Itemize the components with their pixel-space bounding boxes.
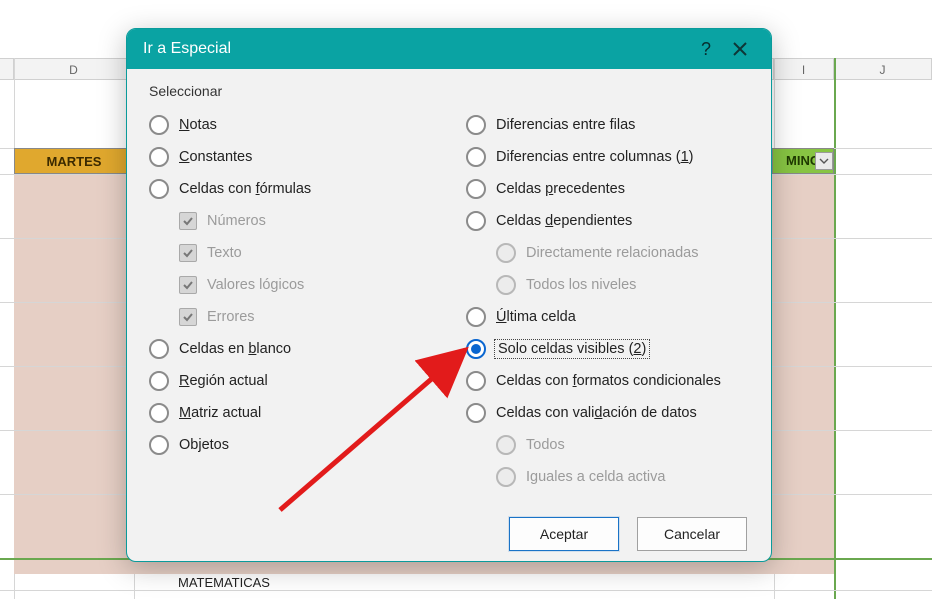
col-header-j[interactable]: J (834, 59, 932, 79)
checkbox-icon (179, 276, 197, 294)
radio-icon (149, 435, 169, 455)
radio-notas[interactable]: Notas (149, 109, 432, 141)
radio-icon (149, 147, 169, 167)
radio-precedentes[interactable]: Celdas precedentes (466, 173, 749, 205)
options-right-column: Diferencias entre filas Diferencias entr… (466, 109, 749, 493)
accept-button[interactable]: Aceptar (509, 517, 619, 551)
filter-dropdown-button[interactable] (815, 152, 833, 170)
radio-icon (466, 339, 486, 359)
radio-dif-cols[interactable]: Diferencias entre columnas (1) (466, 141, 749, 173)
checkbox-icon (179, 308, 197, 326)
radio-matriz[interactable]: Matriz actual (149, 397, 432, 429)
radio-icon (466, 115, 486, 135)
radio-icon (149, 115, 169, 135)
radio-dependientes[interactable]: Celdas dependientes (466, 205, 749, 237)
options-left-column: Notas Constantes Celdas con fórmulas Núm… (149, 109, 432, 493)
radio-icon (149, 403, 169, 423)
col-header-d[interactable]: D (14, 59, 134, 79)
checkbox-icon (179, 244, 197, 262)
group-label: Seleccionar (149, 83, 749, 99)
radio-directas: Directamente relacionadas (466, 237, 749, 269)
radio-ultima[interactable]: Última celda (466, 301, 749, 333)
radio-icon (496, 275, 516, 295)
checkbox-numeros: Números (149, 205, 432, 237)
radio-icon (466, 371, 486, 391)
radio-todos-niveles: Todos los niveles (466, 269, 749, 301)
radio-constantes[interactable]: Constantes (149, 141, 432, 173)
header-cell-martes[interactable]: MARTES (14, 148, 134, 174)
radio-sub-todos: Todos (466, 429, 749, 461)
radio-icon (149, 371, 169, 391)
radio-formulas[interactable]: Celdas con fórmulas (149, 173, 432, 205)
cancel-button[interactable]: Cancelar (637, 517, 747, 551)
radio-visibles[interactable]: Solo celdas visibles (2) (466, 333, 749, 365)
checkbox-icon (179, 212, 197, 230)
radio-icon (496, 435, 516, 455)
radio-icon (466, 147, 486, 167)
checkbox-logicos: Valores lógicos (149, 269, 432, 301)
radio-cond[interactable]: Celdas con formatos condicionales (466, 365, 749, 397)
dialog-title: Ir a Especial (143, 40, 689, 58)
radio-icon (496, 467, 516, 487)
close-button[interactable] (723, 32, 757, 66)
radio-region[interactable]: Región actual (149, 365, 432, 397)
go-to-special-dialog: Ir a Especial ? Seleccionar Notas Consta… (126, 28, 772, 562)
dialog-buttons: Aceptar Cancelar (127, 503, 771, 562)
cell-matematicas[interactable]: MATEMATICAS (178, 575, 270, 590)
radio-sub-iguales: Iguales a celda activa (466, 461, 749, 493)
radio-icon (466, 307, 486, 327)
checkbox-texto: Texto (149, 237, 432, 269)
radio-icon (149, 339, 169, 359)
radio-valid[interactable]: Celdas con validación de datos (466, 397, 749, 429)
radio-icon (466, 179, 486, 199)
radio-objetos[interactable]: Objetos (149, 429, 432, 461)
radio-icon (496, 243, 516, 263)
radio-icon (149, 179, 169, 199)
radio-blanco[interactable]: Celdas en blanco (149, 333, 432, 365)
radio-icon (466, 403, 486, 423)
radio-icon (466, 211, 486, 231)
close-icon (731, 40, 749, 58)
dialog-titlebar: Ir a Especial ? (127, 29, 771, 69)
checkbox-errores: Errores (149, 301, 432, 333)
radio-dif-filas[interactable]: Diferencias entre filas (466, 109, 749, 141)
col-header-i[interactable]: I (774, 59, 834, 79)
help-button[interactable]: ? (689, 32, 723, 66)
